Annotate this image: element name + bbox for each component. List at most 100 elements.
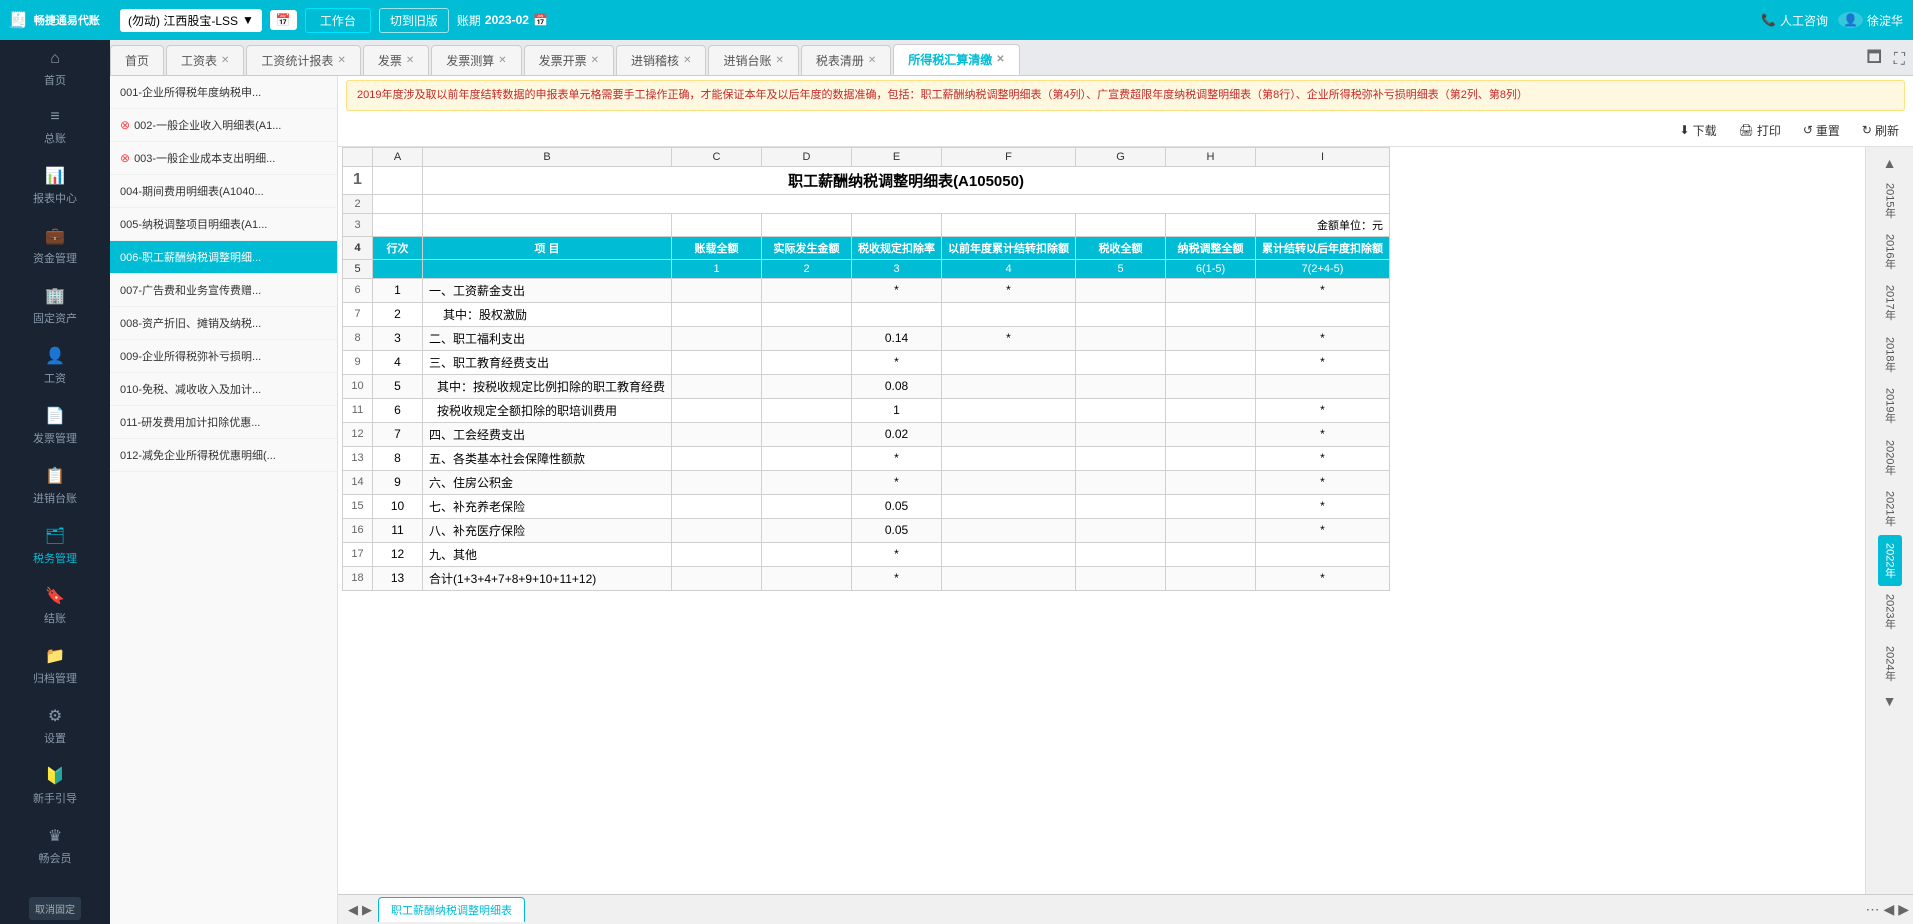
sidebar-item-salary[interactable]: 👤 工资 xyxy=(0,336,110,396)
tab-sales-check-close[interactable]: ✕ xyxy=(683,55,691,66)
period-label: 账期 2023-02 📅 xyxy=(457,12,548,29)
sidebar-item-report[interactable]: 📊 报表中心 xyxy=(0,156,110,216)
table-header-row: 4 行次 项 目 账载全额 实际发生金额 税收规定扣除率 以前年度累计结转扣除额… xyxy=(343,236,1390,259)
left-item-001[interactable]: 001-企业所得税年度纳税申... xyxy=(110,76,337,109)
sidebar-item-close[interactable]: 🔖 结账 xyxy=(0,576,110,636)
tab-invoice-open[interactable]: 发票开票 ✕ xyxy=(524,45,614,75)
switch-btn[interactable]: 切到旧版 xyxy=(379,8,449,33)
sidebar-item-asset-mgmt[interactable]: 💼 资金管理 xyxy=(0,216,110,276)
year-2015[interactable]: 2015年 xyxy=(1878,175,1902,226)
year-down-btn[interactable]: ▼ xyxy=(1879,689,1901,713)
header-col5: 税收全额 xyxy=(1076,236,1166,259)
tab-invoice-calc-close[interactable]: ✕ xyxy=(498,55,506,66)
sidebar-item-invoice[interactable]: 📄 发票管理 xyxy=(0,396,110,456)
tab-invoice-calc-label: 发票测算 xyxy=(446,52,494,69)
tab-sales-ledger-close[interactable]: ✕ xyxy=(775,55,783,66)
left-item-005[interactable]: 005-纳税调整项目明细表(A1... xyxy=(110,208,337,241)
reset-icon: ↺ xyxy=(1803,123,1813,137)
tab-salary-report-close[interactable]: ✕ xyxy=(337,55,345,66)
sheet-scroll-left[interactable]: ◀ xyxy=(1883,901,1894,918)
item-005-label: 005-纳税调整项目明细表(A1... xyxy=(120,216,267,232)
col-F: F xyxy=(942,147,1076,166)
tab-sales-ledger[interactable]: 进销台账 ✕ xyxy=(708,45,798,75)
table-row: 2 xyxy=(343,194,1390,213)
tab-invoice-open-close[interactable]: ✕ xyxy=(591,55,599,66)
left-item-011[interactable]: 011-研发费用加计扣除优惠... xyxy=(110,406,337,439)
sidebar-item-member[interactable]: ♛ 畅会员 xyxy=(0,816,110,876)
left-item-004[interactable]: 004-期间费用明细表(A1040... xyxy=(110,175,337,208)
sidebar-item-label: 资金管理 xyxy=(33,250,77,266)
sidebar-item-fixed-asset[interactable]: 🏢 固定资产 xyxy=(0,276,110,336)
tab-invoice-calc[interactable]: 发票测算 ✕ xyxy=(431,45,521,75)
company-selector[interactable]: (勿动) 江西股宝-LSS ▼ xyxy=(120,9,262,32)
left-item-010[interactable]: 010-免税、减收收入及加计... xyxy=(110,373,337,406)
workspace-btn[interactable]: 工作台 xyxy=(305,8,371,33)
tab-salary-close[interactable]: ✕ xyxy=(221,55,229,66)
year-2018[interactable]: 2018年 xyxy=(1878,329,1902,380)
year-2022[interactable]: 2022年 xyxy=(1878,535,1902,586)
tax-icon: 🗂 xyxy=(45,526,65,546)
sheet-tab-main[interactable]: 职工薪酬纳税调整明细表 xyxy=(378,897,525,922)
left-item-006[interactable]: 006-职工薪酬纳税调整明细... xyxy=(110,241,337,274)
table-row: 13 8 五、各类基本社会保障性额款 * * xyxy=(343,446,1390,470)
sidebar-item-sales-ledger[interactable]: 📋 进销台账 xyxy=(0,456,110,516)
sidebar-item-archive[interactable]: 📁 归档管理 xyxy=(0,636,110,696)
year-up-btn[interactable]: ▲ xyxy=(1879,151,1901,175)
calendar-btn[interactable]: 📅 xyxy=(270,10,297,30)
sidebar-item-tax[interactable]: 🗂 税务管理 xyxy=(0,516,110,576)
tab-maximize-btn[interactable]: ⛶ xyxy=(1890,49,1909,71)
tab-sales-check[interactable]: 进销稽核 ✕ xyxy=(616,45,706,75)
refresh-icon: ↻ xyxy=(1862,123,1872,137)
left-item-003[interactable]: ⊗ 003-一般企业成本支出明细... xyxy=(110,142,337,175)
user-menu[interactable]: 👤 徐淀华 xyxy=(1838,12,1903,29)
left-item-012[interactable]: 012-减免企业所得税优惠明细(... xyxy=(110,439,337,472)
spreadsheet-table: A B C D E F G H I xyxy=(342,147,1390,591)
sidebar-item-label: 固定资产 xyxy=(33,310,77,326)
sheet-more-icon[interactable]: ⋯ xyxy=(1865,901,1879,918)
left-item-008[interactable]: 008-资产折旧、摊销及纳税... xyxy=(110,307,337,340)
print-btn[interactable]: 🖨 打印 xyxy=(1733,119,1787,142)
tab-income-tax-close[interactable]: ✕ xyxy=(996,54,1004,65)
tab-income-tax[interactable]: 所得税汇算清缴 ✕ xyxy=(893,44,1019,75)
year-2017[interactable]: 2017年 xyxy=(1878,277,1902,328)
support-link[interactable]: 📞 人工咨询 xyxy=(1761,12,1828,29)
tab-tax-list[interactable]: 税表清册 ✕ xyxy=(801,45,891,75)
sidebar-nav: ⌂ 首页 ≡ 总账 📊 报表中心 💼 资金管理 🏢 固定资产 👤 工资 📄 发票… xyxy=(0,40,110,893)
tab-tax-list-close[interactable]: ✕ xyxy=(868,55,876,66)
year-2016[interactable]: 2016年 xyxy=(1878,226,1902,277)
download-btn[interactable]: ⬇ 下载 xyxy=(1674,119,1723,142)
tab-restore-btn[interactable]: 🗖 xyxy=(1863,44,1886,75)
year-2024[interactable]: 2024年 xyxy=(1878,638,1902,689)
tab-invoice-close[interactable]: ✕ xyxy=(406,55,414,66)
sheet-scroll-right[interactable]: ▶ xyxy=(1898,901,1909,918)
sidebar-item-settings[interactable]: ⚙ 设置 xyxy=(0,696,110,756)
subheader-6: 6(1-5) xyxy=(1166,259,1256,278)
tab-salary-report[interactable]: 工资统计报表 ✕ xyxy=(246,45,360,75)
period-calendar-icon[interactable]: 📅 xyxy=(533,13,548,27)
tab-salary[interactable]: 工资表 ✕ xyxy=(166,45,244,75)
item-002-error-icon: ⊗ xyxy=(120,118,130,132)
header-col2: 实际发生金额 xyxy=(762,236,852,259)
sheet-next-btn[interactable]: ▶ xyxy=(362,902,372,918)
left-item-009[interactable]: 009-企业所得税弥补亏损明... xyxy=(110,340,337,373)
sidebar-item-guide[interactable]: 🔰 新手引导 xyxy=(0,756,110,816)
left-item-002[interactable]: ⊗ 002-一般企业收入明细表(A1... xyxy=(110,109,337,142)
year-2020[interactable]: 2020年 xyxy=(1878,432,1902,483)
year-2021[interactable]: 2021年 xyxy=(1878,483,1902,534)
tab-home[interactable]: 首页 xyxy=(110,45,164,75)
year-2023[interactable]: 2023年 xyxy=(1878,586,1902,637)
cancel-fixed-button[interactable]: 取消固定 xyxy=(29,897,81,920)
sidebar-item-home[interactable]: ⌂ 首页 xyxy=(0,40,110,98)
refresh-btn[interactable]: ↻ 刷新 xyxy=(1856,119,1905,142)
tab-invoice[interactable]: 发票 ✕ xyxy=(363,45,429,75)
col-E: E xyxy=(852,147,942,166)
sidebar-item-label: 工资 xyxy=(44,370,66,386)
year-2019[interactable]: 2019年 xyxy=(1878,380,1902,431)
col-G: G xyxy=(1076,147,1166,166)
left-item-007[interactable]: 007-广告费和业务宣传费赠... xyxy=(110,274,337,307)
sheet-prev-btn[interactable]: ◀ xyxy=(348,902,358,918)
print-icon: 🖨 xyxy=(1739,123,1754,137)
sidebar-item-ledger[interactable]: ≡ 总账 xyxy=(0,98,110,156)
item-004-label: 004-期间费用明细表(A1040... xyxy=(120,183,264,199)
reset-btn[interactable]: ↺ 重置 xyxy=(1797,119,1846,142)
